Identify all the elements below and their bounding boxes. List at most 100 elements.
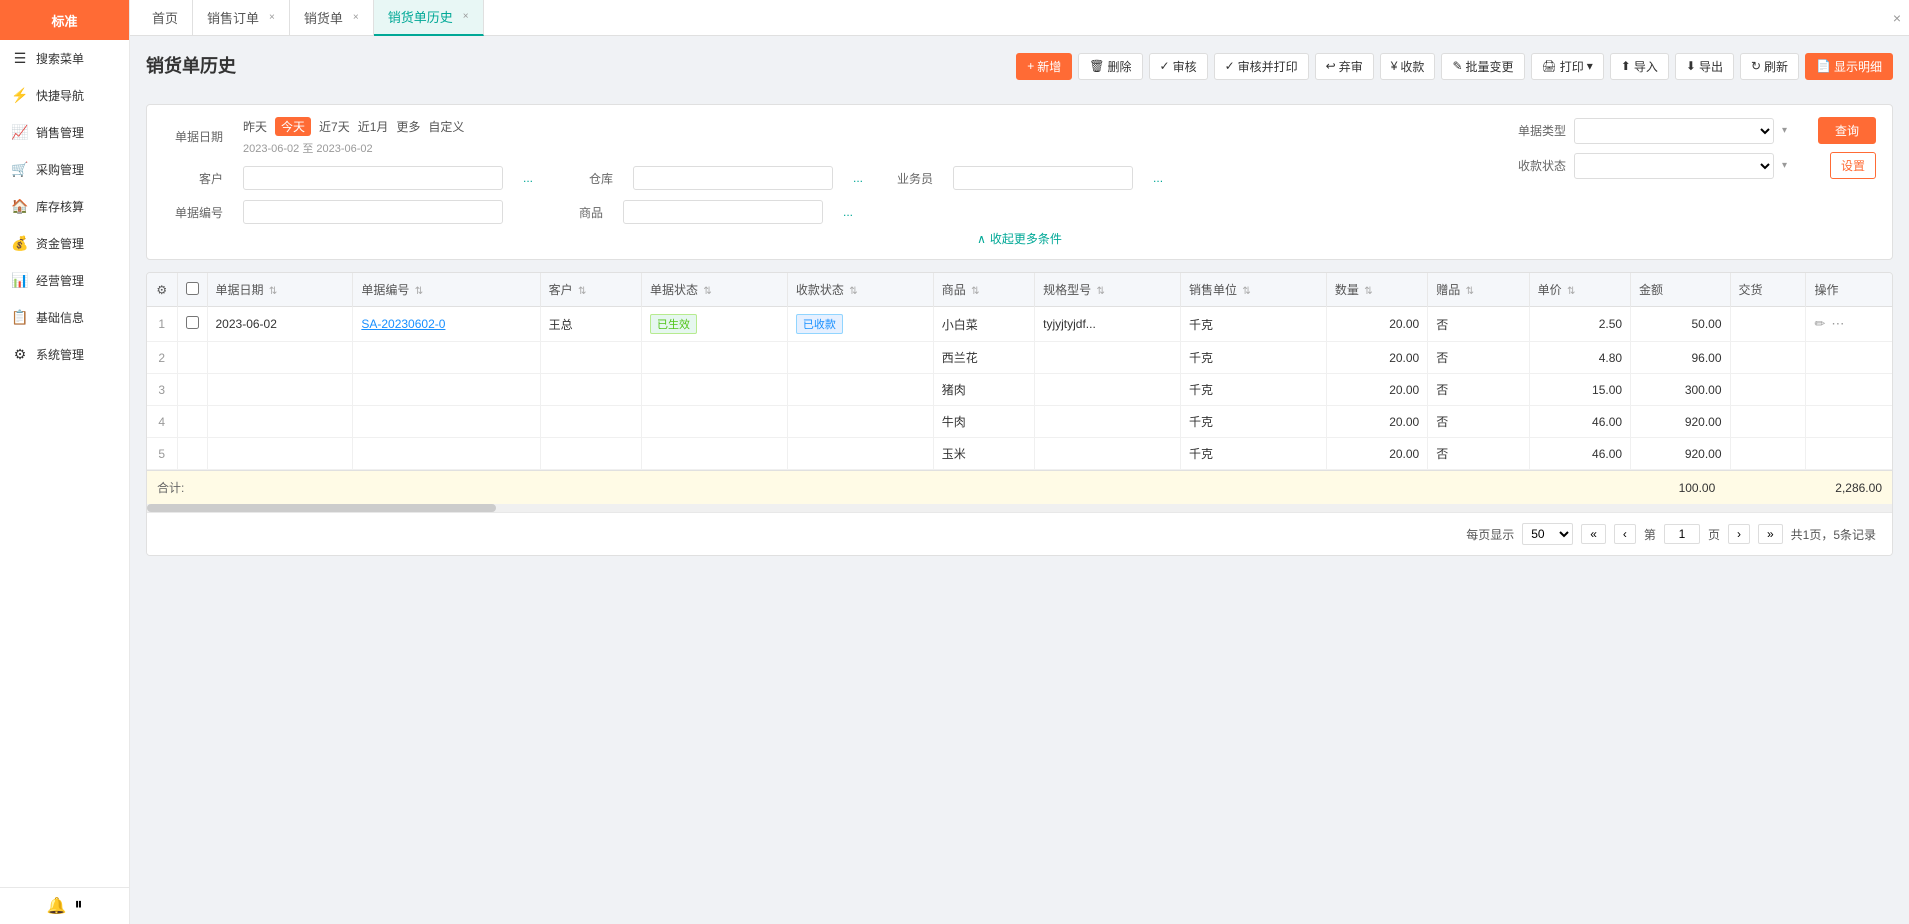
warehouse-ellipsis[interactable]: ... — [853, 171, 863, 185]
doc-no-link[interactable]: SA-20230602-0 — [361, 317, 445, 331]
docno-col-header[interactable]: 单据编号 ⇅ — [353, 273, 540, 307]
refresh-button[interactable]: ↻ 刷新 — [1740, 53, 1799, 80]
salesperson-ellipsis[interactable]: ... — [1153, 171, 1163, 185]
export-button[interactable]: ⬇ 导出 — [1675, 53, 1734, 80]
row-transaction-cell — [1730, 406, 1806, 438]
date-col-header[interactable]: 单据日期 ⇅ — [207, 273, 353, 307]
collectstatus-col-header[interactable]: 收款状态 ⇅ — [787, 273, 933, 307]
last-page-button[interactable]: » — [1758, 524, 1783, 544]
sidebar: 标准 ☰ 搜索菜单 ⚡ 快捷导航 📈 销售管理 🛒 采购管理 🏠 库存核算 💰 … — [0, 0, 130, 924]
collapse-button[interactable]: ∧ 收起更多条件 — [163, 230, 1876, 247]
filter-row-docno: 单据编号 商品 ... — [163, 200, 1476, 224]
notification-icon[interactable]: 🔔 — [47, 896, 67, 916]
pause-icon[interactable]: ⏸ — [74, 896, 82, 916]
price-sort-icon: ⇅ — [1567, 286, 1575, 297]
date-tab-today[interactable]: 今天 — [275, 117, 311, 136]
toolbar: + 新增 🗑 删除 ✓ 审核 ✓ 审核并打印 ↩ 弃审 — [1016, 53, 1893, 80]
new-button[interactable]: + 新增 — [1016, 53, 1072, 80]
tab-close-sales-delivery[interactable]: × — [353, 12, 359, 23]
date-tab-1month[interactable]: 近1月 — [358, 118, 389, 135]
docstatus-col-header[interactable]: 单据状态 ⇅ — [641, 273, 787, 307]
qty-col-header[interactable]: 数量 ⇅ — [1326, 273, 1427, 307]
import-button[interactable]: ⬆ 导入 — [1610, 53, 1669, 80]
review-button[interactable]: ✓ 审核 — [1149, 53, 1208, 80]
show-detail-button[interactable]: 📄 显示明细 — [1805, 53, 1893, 80]
row-spec-cell — [1035, 342, 1181, 374]
row-date-cell — [207, 438, 353, 470]
select-all-checkbox[interactable] — [186, 282, 199, 295]
sidebar-item-inventory[interactable]: 🏠 库存核算 — [0, 188, 129, 225]
unit-col-header[interactable]: 销售单位 ⇅ — [1180, 273, 1326, 307]
tab-sales-delivery[interactable]: 销货单 × — [290, 0, 374, 36]
batch-icon: ✎ — [1452, 59, 1462, 73]
print-dropdown-icon: ▾ — [1587, 59, 1593, 73]
row-spec-cell: tyjyjtyjdf... — [1035, 307, 1181, 342]
row-product-cell: 玉米 — [933, 438, 1034, 470]
date-tab-yesterday[interactable]: 昨天 — [243, 118, 267, 135]
footer-label: 合计: — [157, 479, 184, 496]
sidebar-item-finance[interactable]: 💰 资金管理 — [0, 225, 129, 262]
date-tab-custom[interactable]: 自定义 — [428, 118, 464, 135]
row-checkbox-cell — [177, 342, 207, 374]
doctype-filter-label: 单据类型 — [1496, 122, 1566, 139]
customer-col-header[interactable]: 客户 ⇅ — [540, 273, 641, 307]
date-tab-7days[interactable]: 近7天 — [319, 118, 350, 135]
date-tab-more[interactable]: 更多 — [396, 118, 420, 135]
tab-sales-history[interactable]: 销货单历史 × — [374, 0, 484, 36]
sidebar-item-purchase-mgmt[interactable]: 🛒 采购管理 — [0, 151, 129, 188]
doctype-select[interactable] — [1574, 118, 1774, 144]
tab-close-sales-order[interactable]: × — [269, 12, 275, 23]
sidebar-item-basic-info[interactable]: 📋 基础信息 — [0, 299, 129, 336]
sidebar-item-operations[interactable]: 📊 经营管理 — [0, 262, 129, 299]
spec-col-header[interactable]: 规格型号 ⇅ — [1035, 273, 1181, 307]
scrollbar-thumb[interactable] — [147, 504, 496, 512]
next-page-button[interactable]: › — [1728, 524, 1750, 544]
query-button[interactable]: 查询 — [1818, 117, 1876, 144]
tab-close-all[interactable]: × — [1893, 10, 1901, 26]
product-ellipsis[interactable]: ... — [843, 205, 853, 219]
sidebar-item-sys-mgmt[interactable]: ⚙ 系统管理 — [0, 336, 129, 373]
gift-col-header[interactable]: 赠品 ⇅ — [1428, 273, 1529, 307]
collect-button[interactable]: ¥ 收款 — [1380, 53, 1436, 80]
edit-action-icon[interactable]: ✏ — [1814, 316, 1825, 332]
docno-input[interactable] — [243, 200, 503, 224]
trash-icon: 🗑 — [1089, 59, 1104, 73]
review-print-button[interactable]: ✓ 审核并打印 — [1214, 53, 1309, 80]
product-col-header[interactable]: 商品 ⇅ — [933, 273, 1034, 307]
row-checkbox[interactable] — [186, 316, 199, 329]
row-product-cell: 牛肉 — [933, 406, 1034, 438]
settings-button[interactable]: 设置 — [1830, 152, 1876, 179]
sidebar-item-quick-nav[interactable]: ⚡ 快捷导航 — [0, 77, 129, 114]
print-button[interactable]: 🖨 打印 ▾ — [1531, 53, 1604, 80]
sys-mgmt-icon: ⚙ — [12, 347, 28, 363]
amount-col-header: 金额 — [1631, 273, 1730, 307]
product-input[interactable] — [623, 200, 823, 224]
price-col-header[interactable]: 单价 ⇅ — [1529, 273, 1630, 307]
per-page-select[interactable]: 10 20 50 100 — [1522, 523, 1573, 545]
delete-button[interactable]: 🗑 删除 — [1078, 53, 1142, 80]
warehouse-input[interactable] — [633, 166, 833, 190]
horizontal-scrollbar[interactable] — [147, 504, 1892, 512]
abandon-button[interactable]: ↩ 弃审 — [1315, 53, 1374, 80]
tab-close-sales-history[interactable]: × — [463, 11, 469, 22]
row-checkbox-cell — [177, 307, 207, 342]
total-amount: 2,286.00 — [1835, 481, 1882, 495]
tab-sales-order[interactable]: 销售订单 × — [193, 0, 290, 36]
sidebar-item-search-menu[interactable]: ☰ 搜索菜单 — [0, 40, 129, 77]
table-settings-icon[interactable]: ⚙ — [156, 283, 167, 297]
tab-home[interactable]: 首页 — [138, 0, 193, 36]
table-row: 1 2023-06-02 SA-20230602-0 王总 已生效 已收款 小白… — [147, 307, 1892, 342]
unit-sort-icon: ⇅ — [1242, 286, 1250, 297]
customer-input[interactable] — [243, 166, 503, 190]
collect-status-select[interactable] — [1574, 153, 1774, 179]
sidebar-item-sales-mgmt[interactable]: 📈 销售管理 — [0, 114, 129, 151]
batch-change-button[interactable]: ✎ 批量变更 — [1441, 53, 1524, 80]
first-page-button[interactable]: « — [1581, 524, 1606, 544]
row-num-cell: 3 — [147, 374, 177, 406]
salesperson-input[interactable] — [953, 166, 1133, 190]
page-number-input[interactable]: 1 — [1664, 524, 1700, 544]
customer-ellipsis[interactable]: ... — [523, 171, 533, 185]
more-action-icon[interactable]: ⋯ — [1831, 316, 1844, 332]
prev-page-button[interactable]: ‹ — [1614, 524, 1636, 544]
settings-col-header[interactable]: ⚙ — [147, 273, 177, 307]
